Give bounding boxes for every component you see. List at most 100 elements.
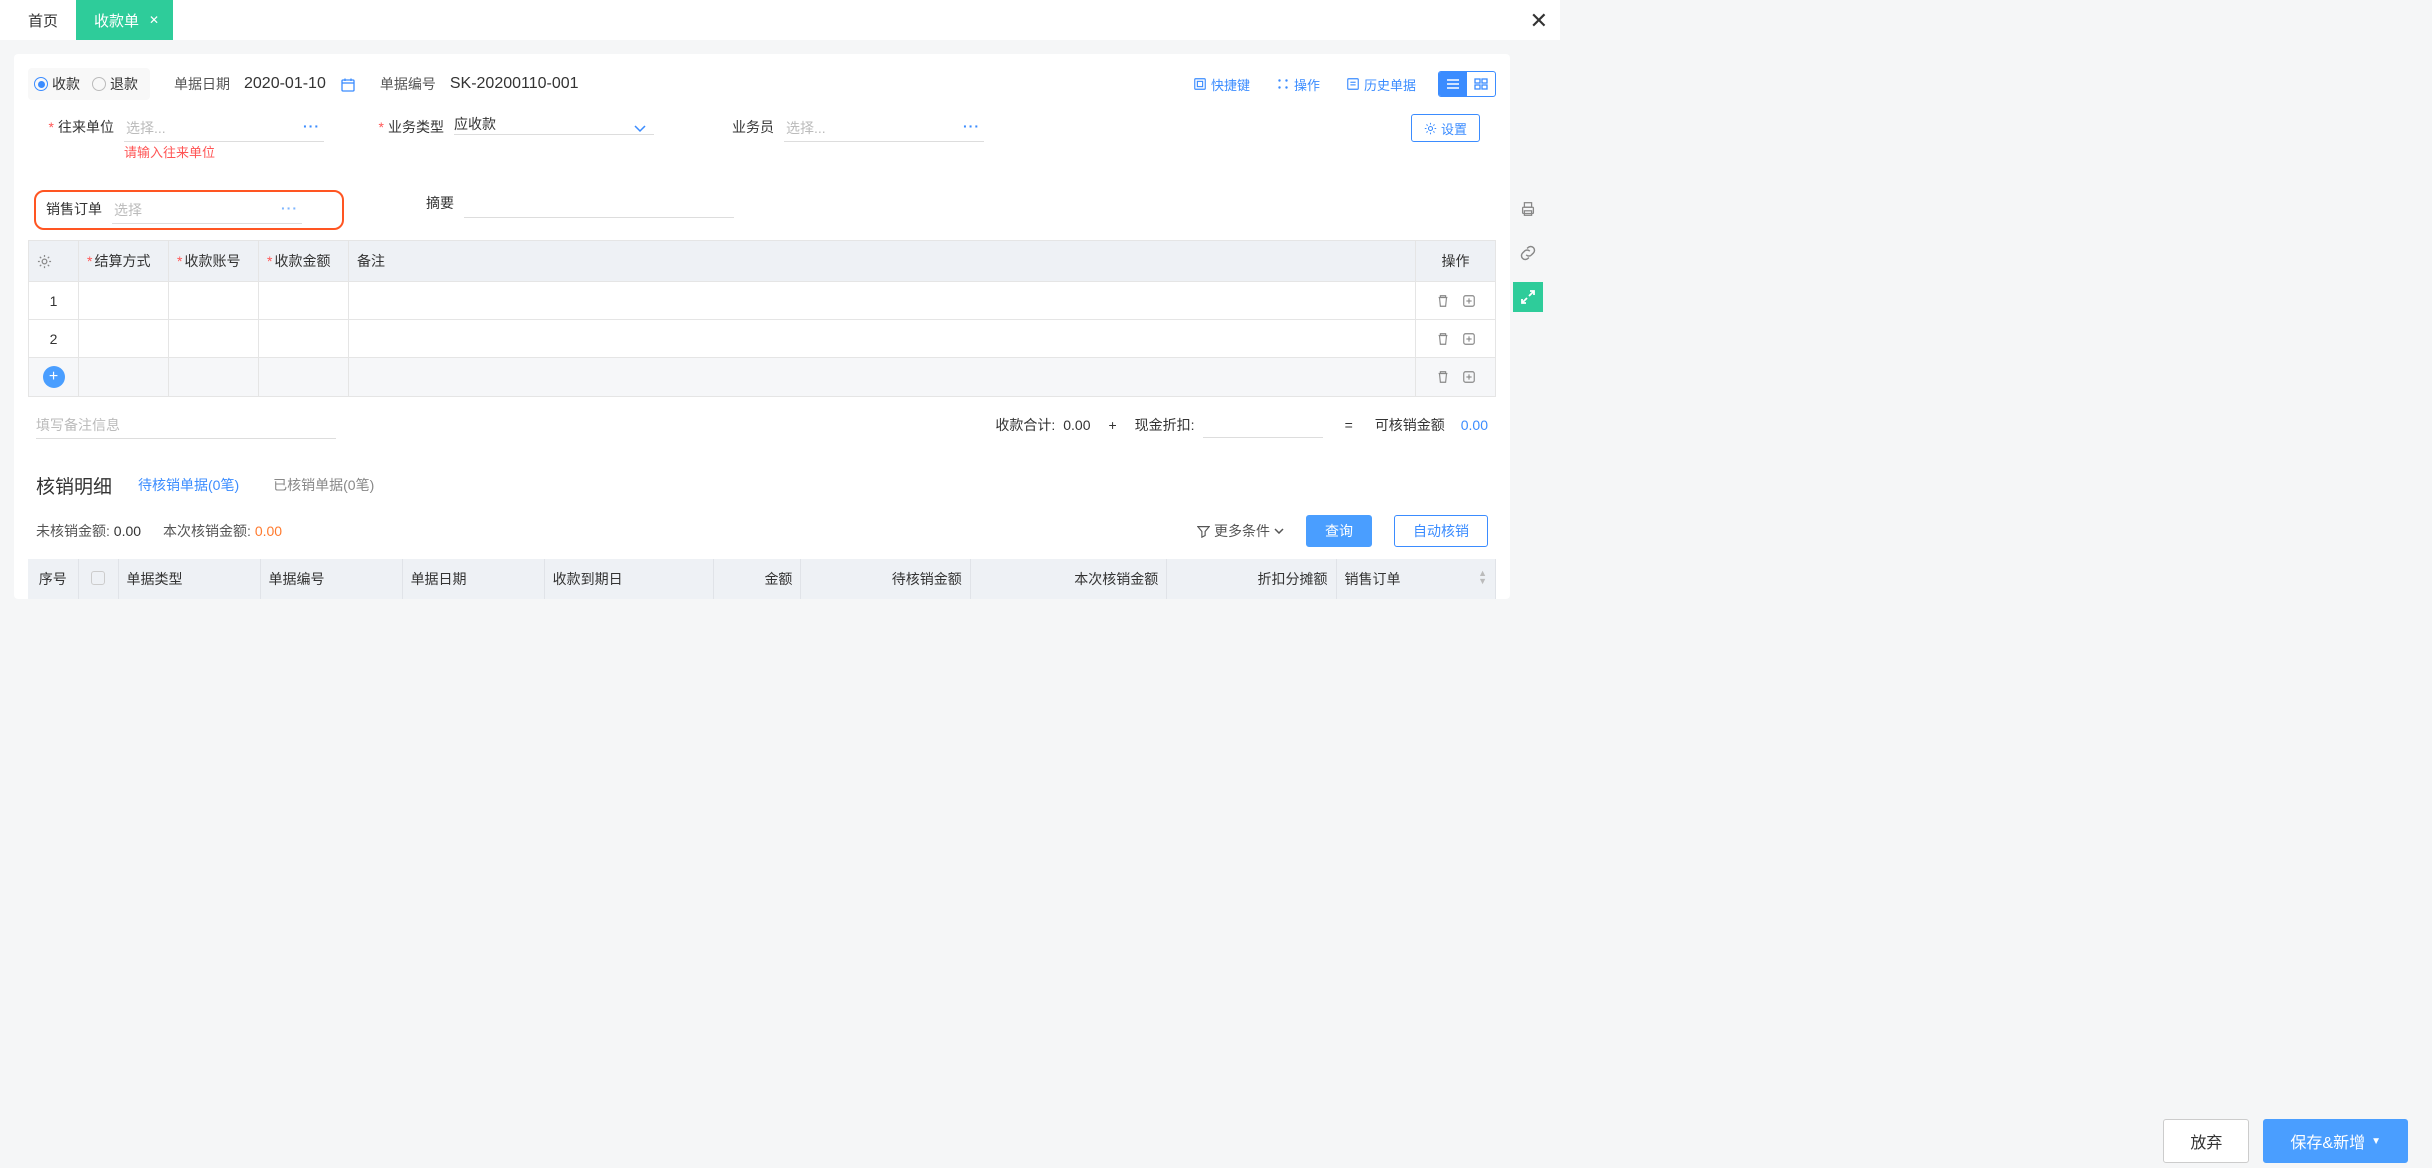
col-bill-type: 单据类型 [118,559,260,599]
table-row[interactable]: 2 [29,320,1496,358]
unwrite-label: 未核销金额: [36,523,110,539]
date-value[interactable]: 2020-01-10 [244,75,326,93]
delete-icon[interactable] [1436,370,1450,384]
partner-input[interactable] [124,114,324,142]
col-bill-date: 单据日期 [402,559,544,599]
operate-label: 操作 [1294,75,1320,94]
query-button[interactable]: 查询 [1306,515,1372,547]
chevron-down-icon[interactable] [634,120,646,136]
type-toggle: 收款 退款 [28,68,150,100]
filter-row: 未核销金额: 0.00 本次核销金额: 0.00 更多条件 查询 自动核销 [28,509,1496,559]
chevron-down-icon[interactable]: ▼ [2371,1136,2381,1147]
history-label: 历史单据 [1364,75,1416,94]
discount-label: 现金折扣: [1135,415,1195,435]
delete-icon[interactable] [1436,294,1450,308]
avail-label: 可核销金额 [1375,415,1445,435]
order-input[interactable] [112,196,302,224]
more-conditions[interactable]: 更多条件 [1197,521,1284,541]
staff-label: 业务员 [694,114,784,137]
col-checkbox[interactable] [78,559,118,599]
partner-lookup-icon[interactable]: ··· [303,118,320,134]
col-account: 收款账号 [169,241,259,282]
col-amt: 金额 [713,559,801,599]
radio-receive-label: 收款 [52,74,80,94]
row-num: 2 [29,320,79,358]
equals-sign: = [1345,417,1353,433]
tab-receipt[interactable]: 收款单 ✕ [76,0,173,40]
col-op: 操作 [1416,241,1496,282]
order-lookup-icon[interactable]: ··· [281,200,298,216]
biz-value[interactable]: 应收款 [454,113,496,132]
delete-icon[interactable] [1436,332,1450,346]
top-tab-bar: 首页 收款单 ✕ ✕ [0,0,1560,40]
close-icon[interactable]: ✕ [149,13,159,27]
radio-receive[interactable]: 收款 [34,74,80,94]
form-area: 往来单位 ··· 请输入往来单位 业务类型 应收款 [28,114,1496,240]
save-button[interactable]: 保存&新增 ▼ [2263,1119,2408,1163]
add-row-icon[interactable] [1462,332,1476,346]
table-add-row: + [29,358,1496,397]
col-disc: 折扣分摊额 [1167,559,1336,599]
save-label: 保存&新增 [2290,1129,2365,1153]
auto-writeoff-button[interactable]: 自动核销 [1394,515,1488,547]
radio-refund[interactable]: 退款 [92,74,138,94]
total-value: 0.00 [1063,417,1090,433]
calendar-icon[interactable] [340,75,356,92]
settings-label: 设置 [1441,119,1467,138]
view-toggle [1438,71,1496,97]
table-row[interactable]: 1 [29,282,1496,320]
no-label: 单据编号 [380,74,436,94]
plus-sign: + [1108,417,1116,433]
add-row-icon[interactable] [1462,370,1476,384]
radio-refund-label: 退款 [110,74,138,94]
document-header: 收款 退款 单据日期 2020-01-10 单据编号 SK-20200110-0… [28,68,1496,100]
side-icon-bar [1510,54,1546,599]
col-pending: 待核销金额 [801,559,970,599]
staff-input[interactable] [784,114,984,142]
summary-input[interactable] [464,190,734,218]
date-label: 单据日期 [174,74,230,94]
settings-button[interactable]: 设置 [1411,114,1480,142]
expand-icon[interactable] [1513,282,1543,312]
unwrite-value: 0.00 [114,523,141,539]
sales-order-field: 销售订单 ··· [34,190,344,230]
tab-done[interactable]: 已核销单据(0笔) [265,471,382,499]
shortcut-link[interactable]: 快捷键 [1193,75,1250,94]
col-order: 销售订单▲▼ [1336,559,1495,599]
view-card-icon[interactable] [1467,72,1495,96]
summary-label: 摘要 [394,190,464,213]
col-settle: 结算方式 [79,241,169,282]
thiswrite-value: 0.00 [255,523,282,539]
link-icon[interactable] [1513,238,1543,268]
close-all-icon[interactable]: ✕ [1530,8,1548,34]
total-label: 收款合计: [995,415,1055,435]
row-num: 1 [29,282,79,320]
history-link[interactable]: 历史单据 [1346,75,1416,94]
staff-lookup-icon[interactable]: ··· [963,118,980,134]
order-label: 销售订单 [36,196,112,219]
footer-actions: 放弃 保存&新增 ▼ [2163,1114,2408,1168]
discount-input[interactable] [1203,412,1323,438]
sort-icon[interactable]: ▲▼ [1478,569,1487,585]
view-list-icon[interactable] [1439,72,1467,96]
shortcut-label: 快捷键 [1211,75,1250,94]
payment-table: 结算方式 收款账号 收款金额 备注 操作 1 [28,240,1496,397]
col-remark: 备注 [349,241,1416,282]
no-value: SK-20200110-001 [450,75,579,93]
col-amount: 收款金额 [259,241,349,282]
tab-receipt-label: 收款单 [94,10,139,31]
gear-icon[interactable] [29,241,79,282]
plus-icon[interactable]: + [43,366,65,388]
col-this: 本次核销金额 [970,559,1167,599]
more-label: 更多条件 [1214,521,1270,541]
tab-home[interactable]: 首页 [10,0,76,40]
cancel-button[interactable]: 放弃 [2163,1119,2249,1163]
tab-pending[interactable]: 待核销单据(0笔) [130,471,247,499]
operate-link[interactable]: 操作 [1276,75,1320,94]
note-input[interactable] [36,411,336,439]
add-row-icon[interactable] [1462,294,1476,308]
partner-label: 往来单位 [34,114,124,137]
avail-value: 0.00 [1461,417,1488,433]
printer-icon[interactable] [1513,194,1543,224]
writeoff-header: 核销明细 待核销单据(0笔) 已核销单据(0笔) [28,457,1496,509]
